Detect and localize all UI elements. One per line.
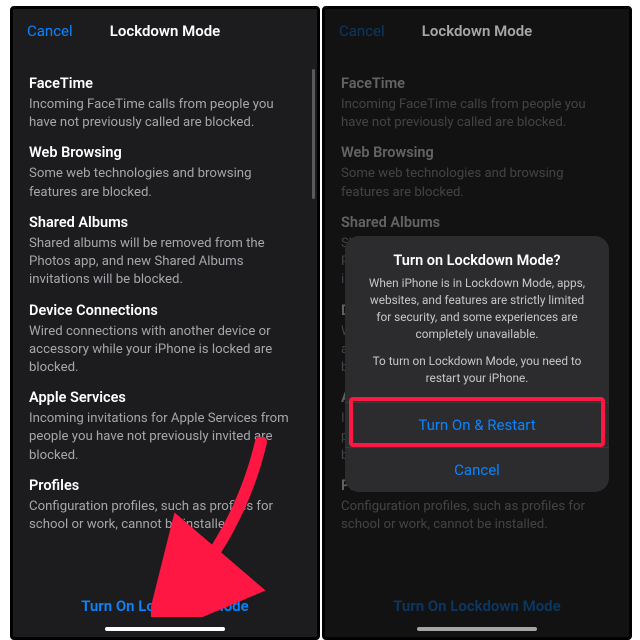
section-title: Apple Services bbox=[29, 389, 301, 406]
section-title: FaceTime bbox=[29, 75, 301, 92]
section-title: Web Browsing bbox=[29, 144, 301, 161]
alert-cancel-button[interactable]: Cancel bbox=[345, 447, 609, 492]
cancel-button[interactable]: Cancel bbox=[27, 22, 73, 40]
section-body: Incoming FaceTime calls from people you … bbox=[29, 96, 301, 132]
section-title: Shared Albums bbox=[29, 214, 301, 231]
content-scroll[interactable]: FaceTime Incoming FaceTime calls from peo… bbox=[13, 53, 317, 637]
scroll-indicator bbox=[312, 69, 315, 199]
section-body: Configuration profiles, such as profiles… bbox=[29, 498, 301, 534]
phone-screen-right: Cancel Lockdown Mode FaceTimeIncoming Fa… bbox=[322, 6, 632, 640]
section-title: Profiles bbox=[29, 477, 301, 494]
section-body: Wired connections with another device or… bbox=[29, 323, 301, 378]
page-title: Lockdown Mode bbox=[110, 22, 220, 40]
section-body: Shared albums will be removed from the P… bbox=[29, 235, 301, 290]
turn-on-lockdown-button[interactable]: Turn On Lockdown Mode bbox=[13, 597, 317, 615]
section-body: Incoming invitations for Apple Services … bbox=[29, 410, 301, 465]
section-body: Some web technologies and browsing featu… bbox=[29, 165, 301, 201]
home-indicator[interactable] bbox=[105, 627, 225, 631]
alert-title: Turn on Lockdown Mode? bbox=[363, 252, 591, 269]
alert-message: When iPhone is in Lockdown Mode, apps, w… bbox=[363, 275, 591, 343]
section-title: Device Connections bbox=[29, 302, 301, 319]
phone-screen-left: Cancel Lockdown Mode FaceTime Incoming Fa… bbox=[10, 6, 320, 640]
alert-message: To turn on Lockdown Mode, you need to re… bbox=[363, 353, 591, 387]
nav-bar: Cancel Lockdown Mode bbox=[13, 9, 317, 54]
confirmation-alert: Turn on Lockdown Mode? When iPhone is in… bbox=[345, 236, 609, 492]
turn-on-and-restart-button[interactable]: Turn On & Restart bbox=[345, 402, 609, 447]
